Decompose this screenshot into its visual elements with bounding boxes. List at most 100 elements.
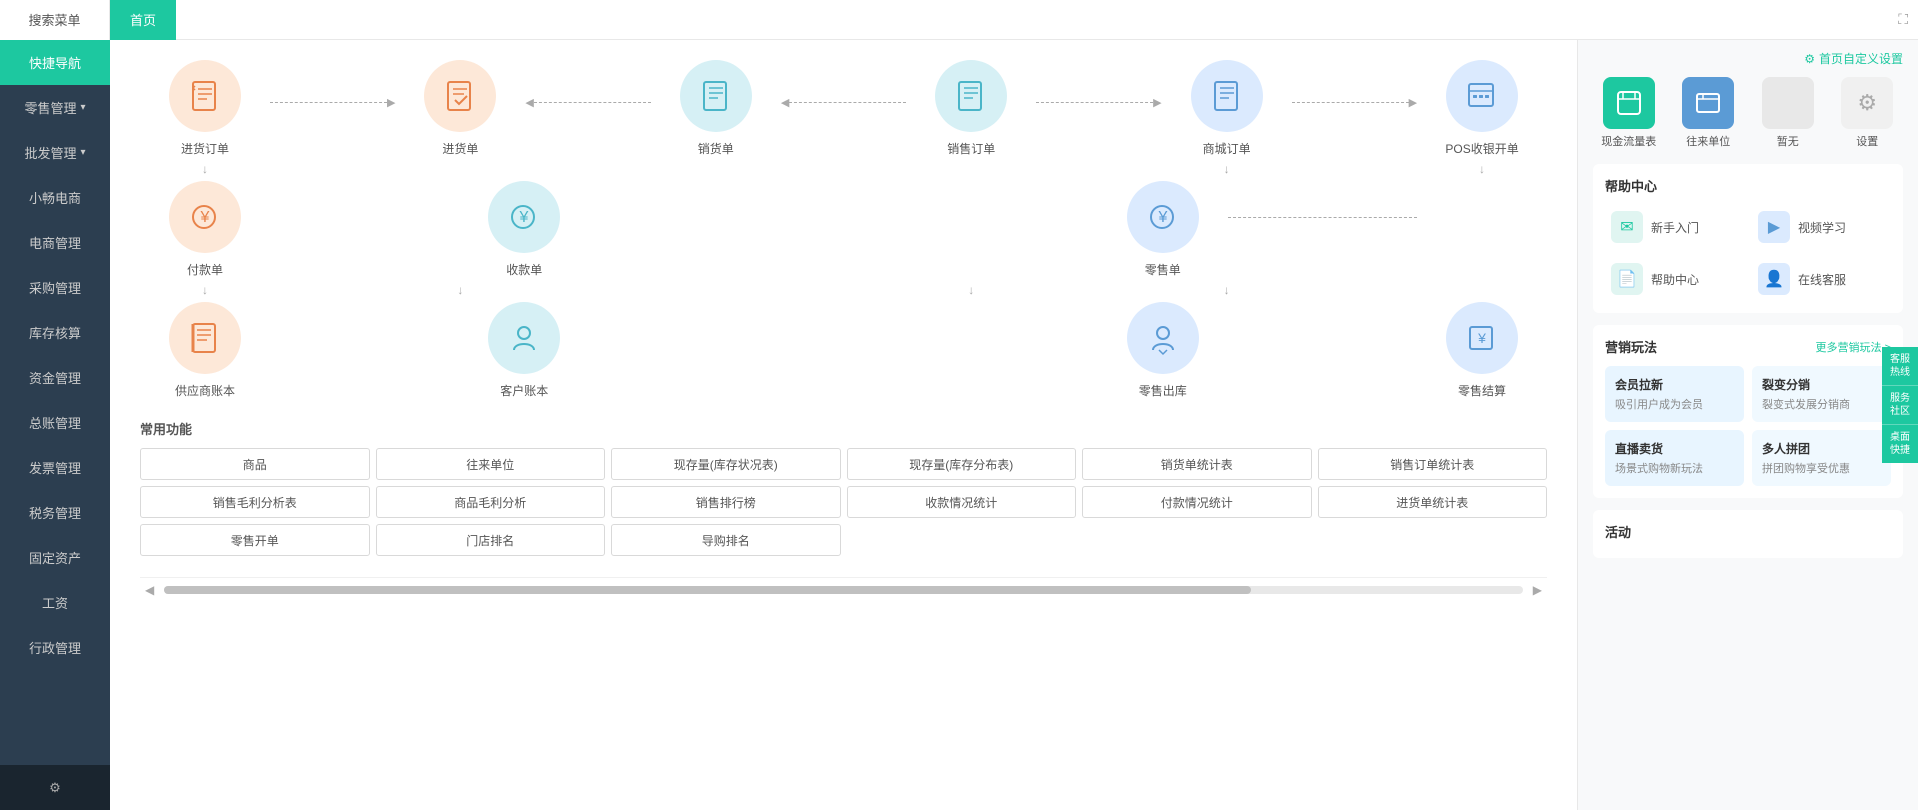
func-btn-stock-status[interactable]: 现存量(库存状况表)	[611, 448, 841, 480]
scroll-track[interactable]	[164, 586, 1523, 594]
sidebar-item-wholesale[interactable]: 批发管理 ▾	[0, 130, 110, 175]
retail-settle-icon: ¥	[1446, 302, 1518, 374]
more-marketing-link[interactable]: 更多营销玩法 >	[1816, 339, 1891, 355]
home-tab-label: 首页	[130, 10, 156, 29]
sidebar-item-ecommerce[interactable]: 电商管理	[0, 220, 110, 265]
quick-icon-partners[interactable]: 往来单位	[1673, 77, 1745, 149]
search-menu-button[interactable]: 搜索菜单	[0, 0, 110, 40]
marketing-card-live[interactable]: 直播卖货 场景式购物新玩法	[1605, 430, 1744, 486]
flow-node-purchase[interactable]: 进货单	[395, 60, 525, 157]
expand-icon[interactable]: ⛶	[1898, 11, 1908, 28]
sidebar-item-purchase[interactable]: 采购管理	[0, 265, 110, 310]
func-btn-goods-profit[interactable]: 商品毛利分析	[376, 486, 606, 518]
quick-icon-cashflow[interactable]: 现金流量表	[1593, 77, 1665, 149]
func-btn-receipt-stat[interactable]: 收款情况统计	[847, 486, 1077, 518]
sidebar-item-finance[interactable]: 资金管理	[0, 355, 110, 400]
flow-node-pos[interactable]: POS收银开单	[1417, 60, 1547, 157]
flow-node-retail-order[interactable]: ¥ 零售单	[1098, 181, 1228, 278]
help-item-beginner[interactable]: ✉ 新手入门	[1605, 205, 1744, 249]
service-label: 客服热线	[1890, 354, 1910, 378]
func-btn-sales-stat[interactable]: 销货单统计表	[1082, 448, 1312, 480]
func-btn-sales-profit[interactable]: 销售毛利分析表	[140, 486, 370, 518]
help-item-online-service[interactable]: 👤 在线客服	[1752, 257, 1891, 301]
scroll-right-arrow[interactable]: ▶	[1528, 583, 1547, 597]
marketing-card-group[interactable]: 多人拼团 拼团购物享受优惠	[1752, 430, 1891, 486]
flow-node-purchase-order[interactable]: 进货订单	[140, 60, 270, 157]
horizontal-scrollbar[interactable]: ◀ ▶	[140, 577, 1547, 602]
marketing-card-fission[interactable]: 裂变分销 裂变式发展分销商	[1752, 366, 1891, 422]
func-btn-sales-rank[interactable]: 销售排行榜	[611, 486, 841, 518]
flow-chart-section: 进货订单 ▶ 进货单	[140, 60, 1547, 399]
sidebar-item-admin[interactable]: 行政管理	[0, 625, 110, 670]
sidebar-item-label: 零售管理	[24, 98, 76, 117]
marketing-title: 营销玩法	[1605, 337, 1657, 356]
live-card-desc: 场景式购物新玩法	[1615, 460, 1734, 476]
func-btn-partners[interactable]: 往来单位	[376, 448, 606, 480]
marketing-cards-grid: 会员拉新 吸引用户成为会员 裂变分销 裂变式发展分销商 直播卖货 场景式购物新玩…	[1605, 366, 1891, 486]
sidebar-item-invoice[interactable]: 发票管理	[0, 445, 110, 490]
sidebar-item-label: 电商管理	[29, 233, 81, 252]
customize-settings-bar[interactable]: ⚙ 首页自定义设置	[1593, 50, 1903, 67]
quick-icon-empty: 暂无	[1752, 77, 1824, 149]
purchase-order-icon	[169, 60, 241, 132]
retail-settle-label: 零售结算	[1458, 382, 1506, 399]
video-icon: ▶	[1758, 211, 1790, 243]
supplier-book-icon	[169, 302, 241, 374]
svg-text:¥: ¥	[1477, 330, 1486, 346]
sidebar-nav: 快捷导航 零售管理 ▾ 批发管理 ▾ 小畅电商 电商管理 采购管理 库存核算	[0, 40, 110, 765]
help-items-grid: ✉ 新手入门 ▶ 视频学习 📄 帮助中心 👤	[1605, 205, 1891, 301]
pos-label: POS收银开单	[1445, 140, 1518, 157]
online-service-label: 在线客服	[1798, 271, 1846, 288]
func-btn-store-rank[interactable]: 门店排名	[376, 524, 606, 556]
marketing-card-member[interactable]: 会员拉新 吸引用户成为会员	[1605, 366, 1744, 422]
sidebar-item-inventory[interactable]: 库存核算	[0, 310, 110, 355]
help-item-help-center[interactable]: 📄 帮助中心	[1605, 257, 1744, 301]
purchase-order-label: 进货订单	[181, 140, 229, 157]
sidebar-item-ecommerce-small[interactable]: 小畅电商	[0, 175, 110, 220]
func-btn-payment-stat[interactable]: 付款情况统计	[1082, 486, 1312, 518]
sidebar-item-label: 工资	[42, 593, 68, 612]
retail-out-label: 零售出库	[1139, 382, 1187, 399]
float-btn-community[interactable]: 服务社区	[1882, 385, 1918, 424]
sidebar-item-tax[interactable]: 税务管理	[0, 490, 110, 535]
sidebar-item-retail[interactable]: 零售管理 ▾	[0, 85, 110, 130]
flow-node-customer-book[interactable]: 客户账本	[459, 302, 589, 399]
help-item-video[interactable]: ▶ 视频学习	[1752, 205, 1891, 249]
mall-order-icon	[1191, 60, 1263, 132]
func-btn-goods[interactable]: 商品	[140, 448, 370, 480]
flow-node-mall-order[interactable]: 商城订单	[1162, 60, 1292, 157]
sidebar-item-quicknav[interactable]: 快捷导航	[0, 40, 110, 85]
member-card-title: 会员拉新	[1615, 376, 1734, 393]
activity-title: 活动	[1605, 522, 1891, 541]
gear-icon: ⚙	[1804, 52, 1815, 66]
community-label: 服务社区	[1890, 393, 1910, 417]
flow-node-retail-out[interactable]: 零售出库	[1098, 302, 1228, 399]
flow-node-payment[interactable]: ¥ 付款单	[140, 181, 270, 278]
sidebar-settings[interactable]: ⚙	[0, 765, 110, 810]
func-btn-sales-order-stat[interactable]: 销售订单统计表	[1318, 448, 1548, 480]
beginner-label: 新手入门	[1651, 219, 1699, 236]
sidebar-item-ledger[interactable]: 总账管理	[0, 400, 110, 445]
scroll-left-arrow[interactable]: ◀	[140, 583, 159, 597]
flow-node-sales-order[interactable]: 销售订单	[906, 60, 1036, 157]
sidebar-item-assets[interactable]: 固定资产	[0, 535, 110, 580]
float-btn-desktop[interactable]: 桌面快捷	[1882, 424, 1918, 463]
func-btn-stock-dist[interactable]: 现存量(库存分布表)	[847, 448, 1077, 480]
partners-icon	[1682, 77, 1734, 129]
func-btn-purchase-stat[interactable]: 进货单统计表	[1318, 486, 1548, 518]
func-btn-retail-order[interactable]: 零售开单	[140, 524, 370, 556]
flow-node-retail-settle[interactable]: ¥ 零售结算	[1417, 302, 1547, 399]
func-btn-guide-rank[interactable]: 导购排名	[611, 524, 841, 556]
purchase-icon	[424, 60, 496, 132]
common-functions-row3: 零售开单 门店排名 导购排名	[140, 524, 1547, 556]
flow-node-sales[interactable]: 销货单	[651, 60, 781, 157]
quick-icon-settings[interactable]: ⚙ 设置	[1832, 77, 1904, 149]
pos-icon	[1446, 60, 1518, 132]
sales-order-label: 销售订单	[947, 140, 995, 157]
sidebar-item-payroll[interactable]: 工资	[0, 580, 110, 625]
home-tab[interactable]: 首页	[110, 0, 176, 40]
live-card-title: 直播卖货	[1615, 440, 1734, 457]
flow-node-receipt[interactable]: ¥ 收款单	[459, 181, 589, 278]
flow-node-supplier-book[interactable]: 供应商账本	[140, 302, 270, 399]
float-btn-service[interactable]: 客服热线	[1882, 347, 1918, 385]
